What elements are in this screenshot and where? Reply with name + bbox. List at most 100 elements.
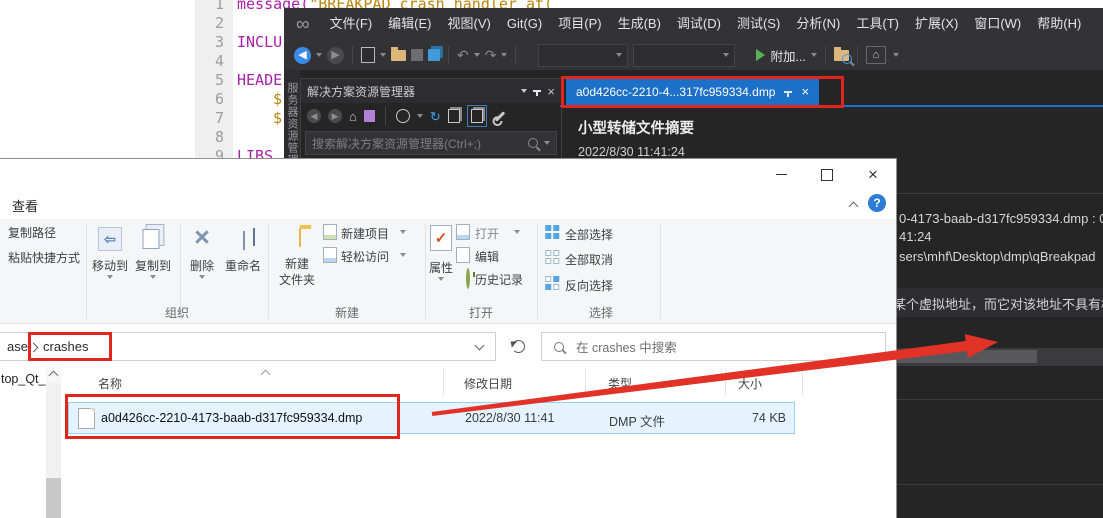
help-button[interactable]: ? xyxy=(868,194,886,212)
column-separator[interactable] xyxy=(585,369,586,395)
menu-edit[interactable]: 编辑(E) xyxy=(380,8,439,40)
menu-analyze[interactable]: 分析(N) xyxy=(788,8,848,40)
solution-explorer-search[interactable]: 搜索解决方案资源管理器(Ctrl+;) xyxy=(305,131,557,155)
column-header-date[interactable]: 修改日期 xyxy=(464,375,512,392)
menu-build[interactable]: 生成(B) xyxy=(610,8,669,40)
pin-icon[interactable] xyxy=(533,90,542,96)
new-file-icon[interactable] xyxy=(361,47,375,63)
move-to-dropdown-icon[interactable] xyxy=(107,275,113,279)
menu-debug[interactable]: 调试(D) xyxy=(669,8,729,40)
menu-extensions[interactable]: 扩展(X) xyxy=(907,8,966,40)
properties-wrench-icon[interactable] xyxy=(494,110,506,122)
attach-dropdown-icon[interactable] xyxy=(810,53,817,57)
home-icon[interactable]: ⌂ xyxy=(865,46,886,64)
undo-dropdown-icon[interactable] xyxy=(473,53,480,57)
move-to-button[interactable]: 移动到 xyxy=(92,257,128,274)
properties-icon[interactable]: ✓ xyxy=(430,225,452,251)
easy-access-dropdown-icon[interactable] xyxy=(400,253,406,257)
horizontal-scrollbar[interactable] xyxy=(864,348,1103,366)
delete-button[interactable]: 删除 xyxy=(190,257,214,274)
collapse-all-icon[interactable] xyxy=(447,109,460,123)
edit-icon[interactable] xyxy=(456,247,470,263)
open-folder-icon[interactable] xyxy=(391,46,406,61)
navigate-forward-icon[interactable]: ▶ xyxy=(327,46,344,64)
column-separator[interactable] xyxy=(802,369,803,395)
home-icon[interactable]: ⌂ xyxy=(349,110,357,123)
scrollbar-thumb[interactable] xyxy=(46,478,61,518)
easy-access-icon[interactable] xyxy=(323,247,337,263)
close-icon[interactable]: × xyxy=(547,85,555,98)
edit-button[interactable]: 编辑 xyxy=(475,248,499,265)
copy-to-dropdown-icon[interactable] xyxy=(150,275,156,279)
nav-pane-item[interactable]: top_Qt_5 xyxy=(1,372,52,386)
new-item-button[interactable]: 新建项目 xyxy=(341,225,389,242)
tab-view[interactable]: 查看 xyxy=(12,196,38,215)
refresh-button[interactable] xyxy=(502,332,534,361)
column-header-size[interactable]: 大小 xyxy=(738,375,762,392)
search-box[interactable]: 在 crashes 中搜索 xyxy=(541,332,886,361)
copy-to-button[interactable]: 复制到 xyxy=(135,257,171,274)
history-button[interactable]: 历史记录 xyxy=(475,271,523,288)
paste-shortcut-button[interactable]: 粘贴快捷方式 xyxy=(8,249,80,266)
menu-git[interactable]: Git(G) xyxy=(499,8,550,40)
collapse-ribbon-icon[interactable] xyxy=(848,201,859,212)
platform-combobox[interactable] xyxy=(633,43,736,67)
menu-help[interactable]: 帮助(H) xyxy=(1029,8,1089,40)
minimize-button[interactable] xyxy=(758,159,804,190)
invert-selection-icon[interactable] xyxy=(545,276,559,290)
move-to-icon[interactable]: ⇦ xyxy=(98,227,122,251)
scroll-up-button[interactable] xyxy=(46,367,61,383)
redo-dropdown-icon[interactable] xyxy=(501,53,508,57)
delete-icon[interactable]: × xyxy=(194,224,210,251)
pending-changes-icon[interactable] xyxy=(395,109,410,123)
save-all-icon[interactable] xyxy=(428,49,440,61)
new-file-dropdown-icon[interactable] xyxy=(380,53,386,57)
menu-window[interactable]: 窗口(W) xyxy=(966,8,1029,40)
column-header-name[interactable]: 名称 xyxy=(98,375,122,392)
save-icon[interactable] xyxy=(411,49,423,61)
properties-dropdown-icon[interactable] xyxy=(438,277,444,281)
toolbar-overflow-icon[interactable] xyxy=(892,53,899,57)
maximize-button[interactable] xyxy=(804,159,850,190)
clock-dropdown-icon[interactable] xyxy=(416,114,423,118)
attach-run-icon[interactable] xyxy=(756,49,766,61)
rename-button[interactable]: 重命名 xyxy=(225,257,261,274)
back-dropdown-icon[interactable] xyxy=(316,53,322,57)
back-icon[interactable]: ◀ xyxy=(307,109,321,123)
nav-scrollbar[interactable] xyxy=(46,367,61,518)
open-dropdown-icon[interactable] xyxy=(514,230,520,234)
configuration-combobox[interactable] xyxy=(538,43,629,67)
switch-views-icon[interactable] xyxy=(363,110,375,122)
menu-test[interactable]: 测试(S) xyxy=(729,8,788,40)
select-all-icon[interactable] xyxy=(545,225,559,239)
select-all-button[interactable]: 全部选择 xyxy=(565,226,613,243)
properties-button[interactable]: 属性 xyxy=(429,259,453,276)
easy-access-button[interactable]: 轻松访问 xyxy=(341,248,389,265)
rename-icon[interactable] xyxy=(243,231,245,250)
select-none-icon[interactable] xyxy=(545,250,559,264)
menu-tools[interactable]: 工具(T) xyxy=(848,8,907,40)
search-dropdown-icon[interactable] xyxy=(544,141,550,145)
column-separator[interactable] xyxy=(725,369,726,395)
new-item-dropdown-icon[interactable] xyxy=(400,230,406,234)
column-header-type[interactable]: 类型 xyxy=(608,375,632,392)
undo-icon[interactable]: ↶ xyxy=(457,48,469,62)
history-icon[interactable] xyxy=(466,268,470,289)
copy-path-button[interactable]: 复制路径 xyxy=(8,224,56,241)
new-item-icon[interactable] xyxy=(323,224,337,240)
refresh-icon[interactable]: ↻ xyxy=(430,110,441,123)
breadcrumb-prefix[interactable]: ase xyxy=(7,339,28,354)
find-in-files-icon[interactable] xyxy=(833,46,852,64)
close-button[interactable]: × xyxy=(850,159,896,190)
menu-view[interactable]: 视图(V) xyxy=(440,8,499,40)
column-separator[interactable] xyxy=(443,369,444,395)
attach-button[interactable]: 附加... xyxy=(770,46,805,65)
menu-project[interactable]: 项目(P) xyxy=(550,8,609,40)
menu-file[interactable]: 文件(F) xyxy=(322,8,381,40)
new-folder-button-line1[interactable]: 新建 xyxy=(285,255,309,272)
new-folder-button-line2[interactable]: 文件夹 xyxy=(279,271,315,288)
copy-to-icon[interactable] xyxy=(142,229,160,249)
delete-dropdown-icon[interactable] xyxy=(199,275,205,279)
address-dropdown-icon[interactable] xyxy=(474,340,485,351)
redo-icon[interactable]: ↷ xyxy=(485,48,497,62)
